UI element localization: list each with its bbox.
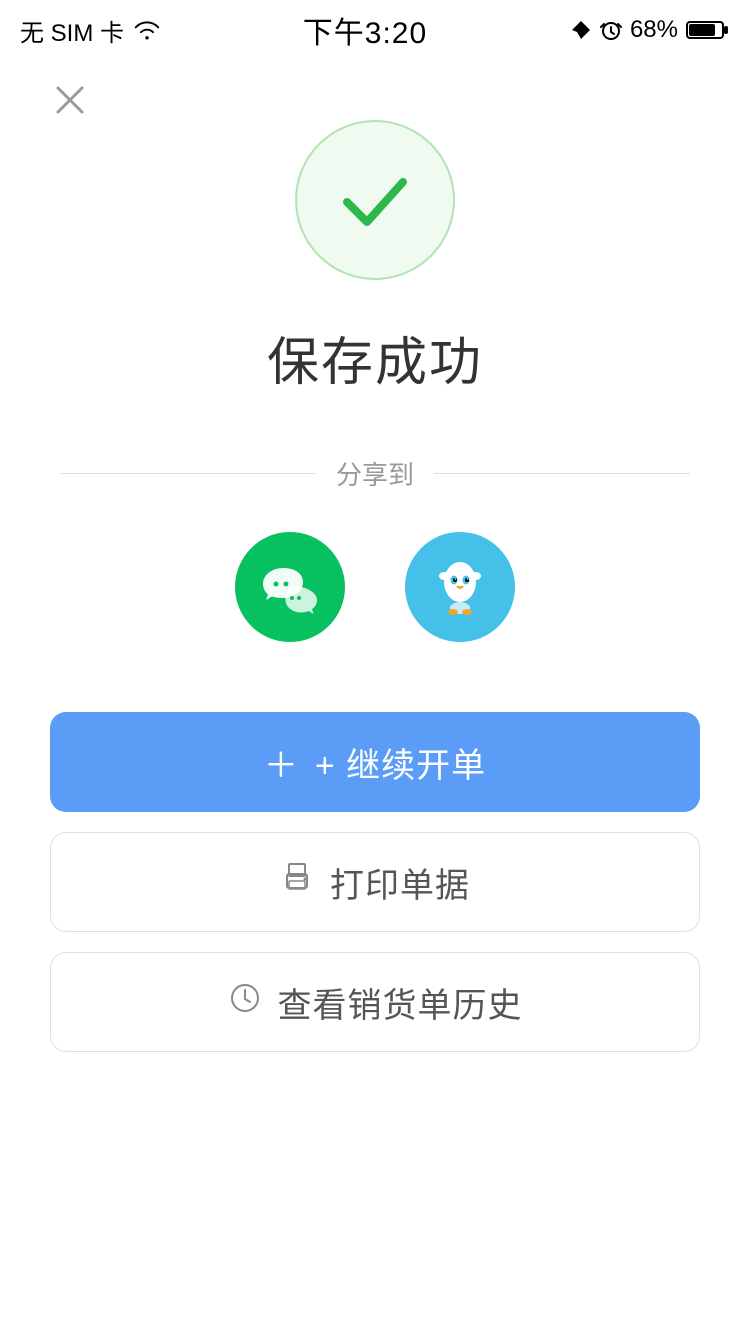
status-right: 68% [570, 16, 730, 44]
print-label: 打印单据 [330, 858, 470, 907]
battery-text: 68% [630, 16, 678, 44]
success-icon-container [295, 120, 455, 280]
status-bar: 无 SIM 卡 下午3:20 68% [0, 0, 750, 60]
location-icon [570, 19, 592, 41]
main-content: 保存成功 分享到 [0, 60, 750, 1052]
qq-icon [427, 554, 493, 620]
divider-line-right [434, 473, 690, 474]
action-buttons: ＋ + 继续开单 打印单据 查看销货单历 [0, 712, 750, 1052]
print-button[interactable]: 打印单据 [50, 832, 700, 932]
checkmark-icon [335, 160, 415, 240]
plus-icon: ＋ [264, 738, 299, 787]
alarm-icon [600, 19, 622, 41]
history-button[interactable]: 查看销货单历史 [50, 952, 700, 1052]
status-time: 下午3:20 [303, 8, 427, 52]
share-icons-group [235, 532, 515, 642]
printer-icon [280, 861, 314, 904]
history-label: 查看销货单历史 [278, 978, 523, 1027]
share-label: 分享到 [316, 455, 434, 492]
close-button[interactable] [40, 70, 100, 130]
continue-button[interactable]: ＋ + 继续开单 [50, 712, 700, 812]
qq-share-button[interactable] [405, 532, 515, 642]
battery-icon [686, 19, 730, 41]
wifi-icon [134, 19, 160, 41]
share-divider: 分享到 [0, 455, 750, 492]
history-icon [228, 981, 262, 1024]
success-title: 保存成功 [267, 320, 483, 395]
wechat-share-button[interactable] [235, 532, 345, 642]
status-left: 无 SIM 卡 [20, 13, 160, 48]
divider-line-left [60, 473, 316, 474]
continue-label: + 继续开单 [315, 738, 486, 787]
no-sim-text: 无 SIM 卡 [20, 13, 124, 48]
wechat-icon [257, 560, 323, 614]
